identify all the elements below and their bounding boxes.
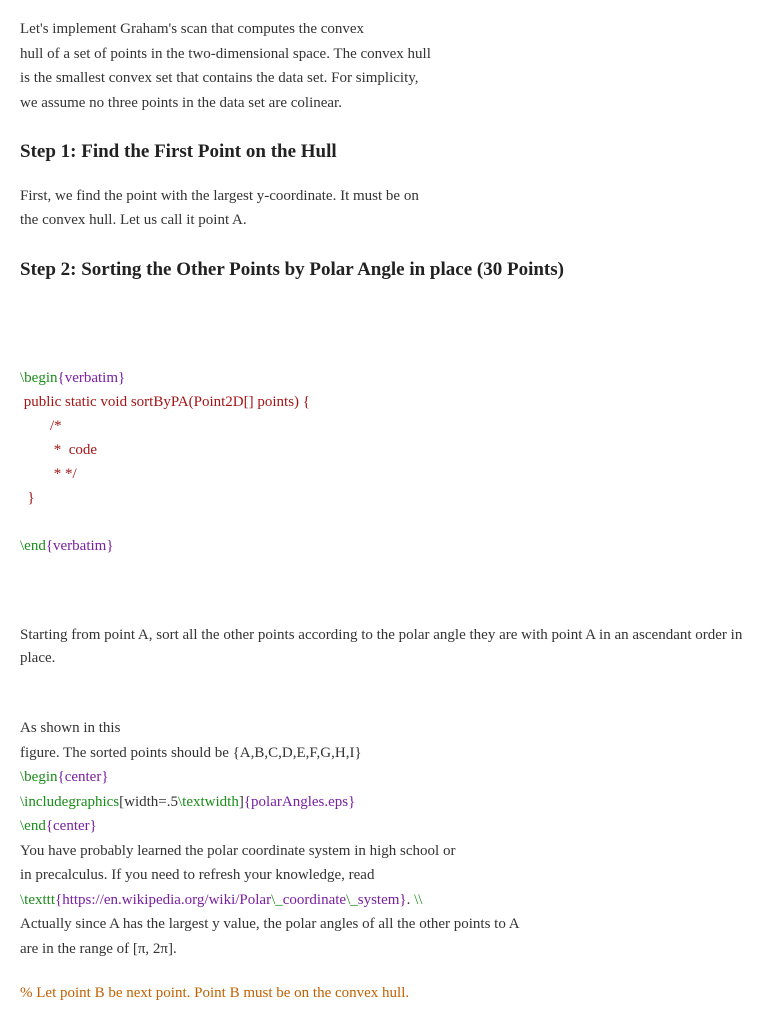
figure-line: figure. The sorted points should be {A,B…: [20, 742, 760, 765]
intro-line: we assume no three points in the data se…: [20, 92, 760, 115]
latex-cmd: \end: [20, 818, 46, 834]
intro-line: is the smallest convex set that contains…: [20, 67, 760, 90]
intro-paragraph: Let's implement Graham's scan that compu…: [20, 18, 760, 114]
sort-description: Starting from point A, sort all the othe…: [20, 624, 760, 669]
step1-line: First, we find the point with the larges…: [20, 185, 760, 208]
code-line: * code: [20, 442, 97, 458]
latex-arg: {polarAngles.eps}: [244, 794, 355, 810]
latex-escape: \_: [346, 892, 358, 908]
polar-line: in precalculus. If you need to refresh y…: [20, 864, 760, 887]
latex-arg: system: [358, 892, 400, 908]
code-line: * */: [20, 466, 77, 482]
center-begin: \begin{center}: [20, 766, 760, 789]
latex-cmd: \texttt: [20, 892, 55, 908]
latex-arg: coordinate: [283, 892, 346, 908]
latex-arg: {center}: [46, 818, 97, 834]
latex-arg: {center}: [58, 769, 109, 785]
latex-cmd: \begin: [20, 769, 58, 785]
polar-line: You have probably learned the polar coor…: [20, 840, 760, 863]
code-line: }: [20, 490, 35, 506]
code-line: /*: [20, 418, 62, 434]
latex-opt: [width=.5: [119, 794, 178, 810]
figure-block: As shown in this figure. The sorted poin…: [20, 717, 760, 838]
latex-brace: {: [55, 892, 62, 908]
center-end: \end{center}: [20, 815, 760, 838]
step1-heading: Step 1: Find the First Point on the Hull: [20, 138, 760, 167]
figure-line: As shown in this: [20, 717, 760, 740]
latex-end-cmd: \end: [20, 538, 46, 554]
text: .: [173, 941, 177, 957]
intro-line: hull of a set of points in the two-dimen…: [20, 43, 760, 66]
code-line: public static void sortByPA(Point2D[] po…: [20, 394, 310, 410]
latex-cmd: \textwidth: [178, 794, 239, 810]
step1-line: the convex hull. Let us call it point A.: [20, 209, 760, 232]
step2-heading: Step 2: Sorting the Other Points by Pola…: [20, 256, 760, 285]
step1-paragraph: First, we find the point with the larges…: [20, 185, 760, 232]
intro-line: Let's implement Graham's scan that compu…: [20, 18, 760, 41]
latex-arg: https://en.wikipedia.org/wiki/Polar: [62, 892, 271, 908]
latex-begin-cmd: \begin: [20, 370, 58, 386]
polar-texttt-line: \texttt{https://en.wikipedia.org/wiki/Po…: [20, 889, 760, 912]
latex-comment: % Let point B be next point. Point B mus…: [20, 982, 760, 1005]
latex-newline: \\: [414, 892, 422, 908]
latex-cmd: \includegraphics: [20, 794, 119, 810]
polar-paragraph: You have probably learned the polar coor…: [20, 840, 760, 961]
latex-end-arg: {verbatim}: [46, 538, 114, 554]
text: are in the range of: [20, 941, 133, 957]
polar-line: Actually since A has the largest y value…: [20, 913, 760, 936]
latex-escape: \_: [271, 892, 283, 908]
latex-begin-arg: {verbatim}: [58, 370, 126, 386]
verbatim-block: \begin{verbatim} public static void sort…: [20, 342, 760, 558]
latex-brace: }: [399, 892, 406, 908]
includegraphics-line: \includegraphics[width=.5\textwidth]{pol…: [20, 791, 760, 814]
text-tail: .: [407, 892, 415, 908]
polar-line: are in the range of [π, 2π].: [20, 938, 760, 961]
math-range: [π, 2π]: [133, 941, 173, 957]
